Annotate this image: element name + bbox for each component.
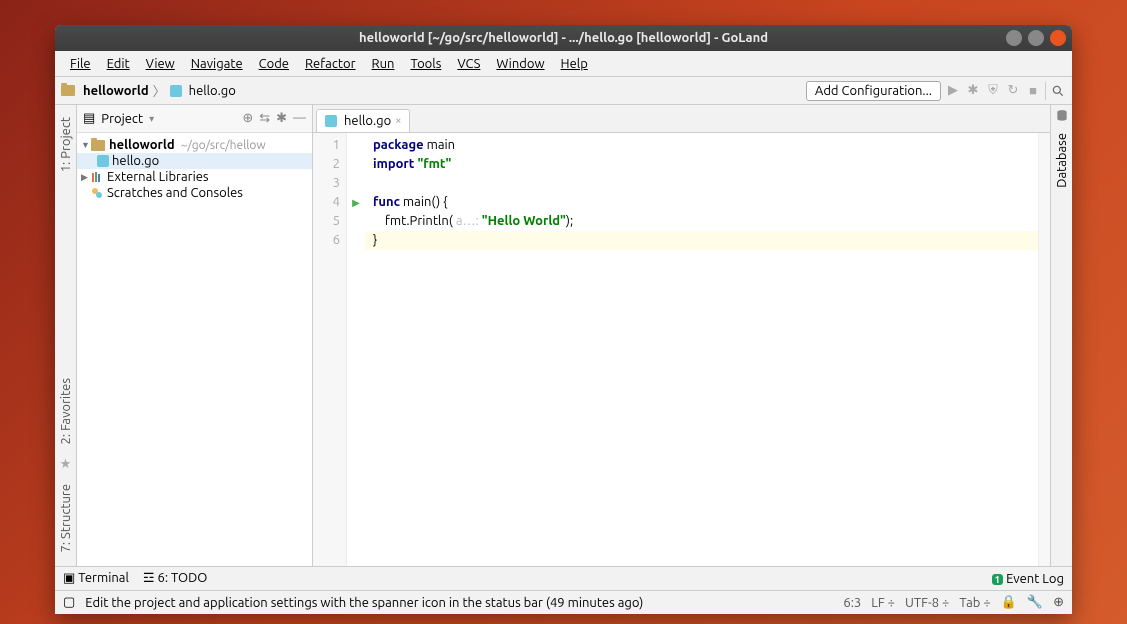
editor-area: hello.go × 123456 ▶ package main import … — [313, 105, 1050, 566]
menu-edit[interactable]: Edit — [100, 55, 137, 73]
project-tool-window: ▤ Project ▾ ⊕ ⇆ ✱ — ▼ helloworld ~/go/sr… — [77, 105, 313, 566]
titlebar: helloworld [~/go/src/helloworld] - .../h… — [55, 25, 1072, 51]
gear-icon[interactable]: ✱ — [276, 111, 287, 126]
menu-window[interactable]: Window — [489, 55, 551, 73]
root-path: ~/go/src/hellow — [181, 139, 266, 152]
add-configuration-button[interactable]: Add Configuration... — [806, 81, 941, 101]
ext-lib-label: External Libraries — [107, 170, 209, 184]
lock-icon[interactable]: 🔒 — [1001, 595, 1017, 610]
menu-view[interactable]: View — [139, 55, 182, 73]
tree-file-hello[interactable]: hello.go — [77, 153, 312, 169]
menubar: File Edit View Navigate Code Refactor Ru… — [55, 51, 1072, 77]
minimize-button[interactable] — [1006, 30, 1022, 46]
collapse-icon[interactable]: ⇆ — [259, 111, 270, 126]
folder-icon — [91, 140, 105, 151]
left-tool-rail: 1: Project 2: Favorites ★ 7: Structure — [55, 105, 77, 566]
breadcrumb[interactable]: helloworld 〉 hello.go — [61, 81, 236, 100]
statusbar: ▢ Edit the project and application setti… — [55, 590, 1072, 614]
hide-icon[interactable]: — — [293, 111, 306, 126]
menu-vcs[interactable]: VCS — [450, 55, 487, 73]
event-log[interactable]: 1 Event Log — [992, 572, 1064, 586]
editor-tabs: hello.go × — [313, 105, 1050, 133]
menu-help[interactable]: Help — [554, 55, 595, 73]
go-file-icon — [97, 155, 109, 167]
debug-icon[interactable]: ✱ — [965, 83, 981, 99]
library-icon — [91, 171, 103, 183]
locate-icon[interactable]: ⊕ — [242, 111, 253, 126]
error-stripe[interactable] — [1038, 133, 1050, 566]
breadcrumb-file: hello.go — [189, 84, 236, 98]
window-controls — [1006, 30, 1066, 46]
scratches-label: Scratches and Consoles — [107, 186, 243, 200]
go-file-icon — [325, 115, 337, 127]
menu-code[interactable]: Code — [252, 55, 296, 73]
gutter-icons: ▶ — [347, 133, 365, 566]
indent-setting[interactable]: Tab ÷ — [959, 596, 990, 610]
line-gutter: 123456 — [313, 133, 347, 566]
tool-terminal[interactable]: ▣ Terminal — [63, 571, 129, 586]
search-icon[interactable] — [1050, 83, 1066, 99]
line-ending[interactable]: LF ÷ — [871, 596, 895, 610]
menu-file[interactable]: File — [63, 55, 98, 73]
main-body: 1: Project 2: Favorites ★ 7: Structure ▤… — [55, 105, 1072, 566]
project-panel-title[interactable]: Project — [101, 112, 143, 126]
project-view-icon: ▤ — [83, 111, 95, 126]
tab-label: hello.go — [344, 114, 391, 128]
window-title: helloworld [~/go/src/helloworld] - .../h… — [359, 31, 768, 45]
tool-project[interactable]: 1: Project — [59, 109, 73, 180]
close-button[interactable] — [1050, 30, 1066, 46]
menu-refactor[interactable]: Refactor — [298, 55, 363, 73]
profile-icon[interactable]: ↻ — [1005, 83, 1021, 99]
toggle-tools-icon[interactable]: ▢ — [63, 595, 75, 610]
project-panel-header: ▤ Project ▾ ⊕ ⇆ ✱ — — [77, 105, 312, 133]
breadcrumb-sep: 〉 — [153, 81, 166, 100]
right-tool-rail: Database — [1050, 105, 1072, 566]
project-tree: ▼ helloworld ~/go/src/hellow hello.go ▶ … — [77, 133, 312, 205]
tool-todo[interactable]: ☲ 6: TODO — [143, 571, 208, 586]
code-content[interactable]: package main import "fmt" func main() { … — [365, 133, 1038, 566]
menu-tools[interactable]: Tools — [403, 55, 448, 73]
code-editor[interactable]: 123456 ▶ package main import "fmt" func … — [313, 133, 1050, 566]
root-name: helloworld — [109, 138, 175, 152]
run-icon[interactable]: ▶ — [945, 83, 961, 99]
coverage-icon[interactable]: ⛨ — [985, 83, 1001, 99]
navigation-toolbar: helloworld 〉 hello.go Add Configuration.… — [55, 77, 1072, 105]
maximize-button[interactable] — [1028, 30, 1044, 46]
status-message: Edit the project and application setting… — [85, 596, 643, 610]
tree-external-libraries[interactable]: ▶ External Libraries — [77, 169, 312, 185]
run-line-icon[interactable]: ▶ — [347, 193, 365, 212]
tab-hello[interactable]: hello.go × — [316, 109, 410, 132]
bottom-tool-rail: ▣ Terminal ☲ 6: TODO 1 Event Log — [55, 566, 1072, 590]
memory-icon[interactable]: ⊕ — [1053, 595, 1064, 610]
app-window: helloworld [~/go/src/helloworld] - .../h… — [55, 25, 1072, 614]
tree-file-label: hello.go — [112, 154, 159, 168]
stop-icon[interactable]: ■ — [1025, 83, 1041, 99]
tree-scratches[interactable]: Scratches and Consoles — [77, 185, 312, 201]
cursor-position[interactable]: 6:3 — [843, 596, 861, 610]
folder-icon — [61, 85, 75, 96]
dropdown-arrow-icon[interactable]: ▾ — [149, 113, 154, 125]
go-file-icon — [170, 85, 182, 97]
tool-favorites[interactable]: 2: Favorites — [59, 370, 73, 452]
scratches-icon — [91, 187, 103, 199]
star-icon: ★ — [60, 453, 72, 476]
tab-close-icon[interactable]: × — [395, 115, 401, 127]
settings-icon[interactable]: 🔧 — [1027, 595, 1043, 610]
database-icon[interactable] — [1055, 109, 1069, 123]
menu-run[interactable]: Run — [365, 55, 402, 73]
tool-database[interactable]: Database — [1055, 125, 1069, 196]
tool-structure[interactable]: 7: Structure — [59, 476, 73, 560]
menu-navigate[interactable]: Navigate — [184, 55, 250, 73]
tree-root[interactable]: ▼ helloworld ~/go/src/hellow — [77, 137, 312, 153]
encoding[interactable]: UTF-8 ÷ — [905, 596, 949, 610]
breadcrumb-project: helloworld — [83, 84, 149, 98]
